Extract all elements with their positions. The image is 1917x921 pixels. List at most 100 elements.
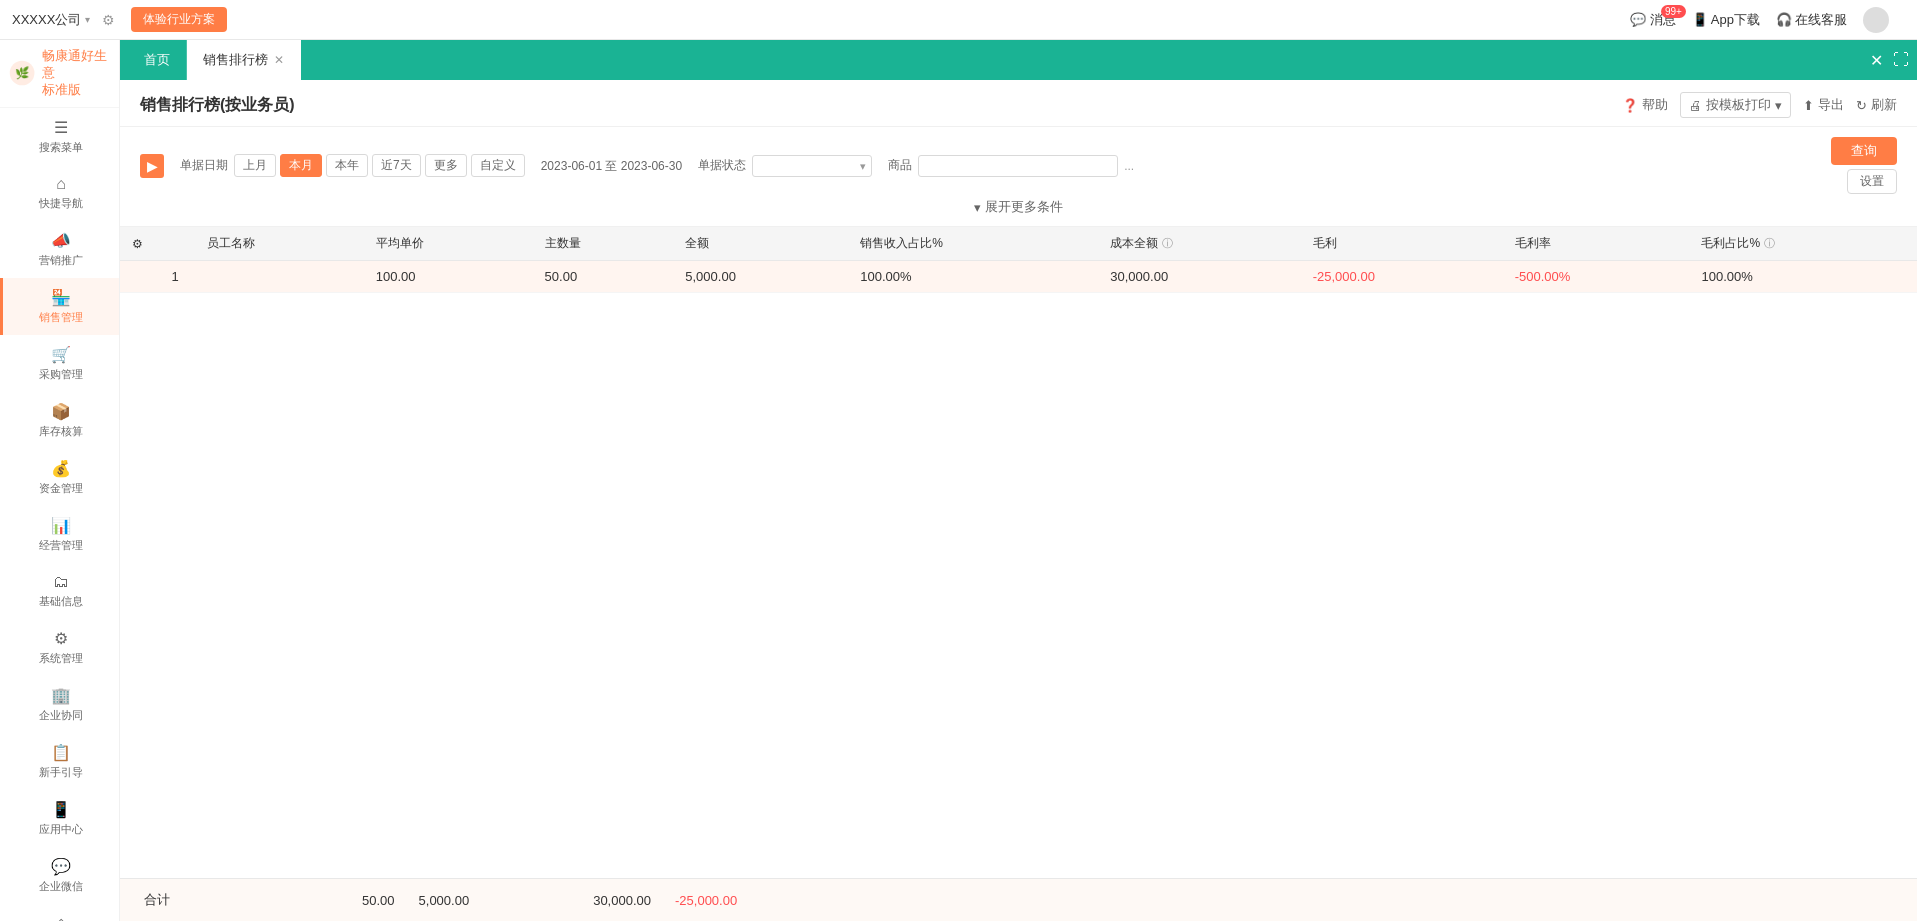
settings-button[interactable]: 设置 — [1847, 169, 1897, 194]
sidebar-item-operations[interactable]: 📊 经营管理 — [0, 506, 119, 563]
sidebar-item-purchase[interactable]: 🛒 采购管理 — [0, 335, 119, 392]
table-header-row: ⚙ 员工名称 平均单价 主数量 全额 销售收入占比% 成本全额 ⓘ 毛利 毛利率… — [120, 227, 1917, 261]
print-button[interactable]: 🖨 按模板打印 ▾ — [1680, 92, 1791, 118]
refresh-button[interactable]: ↻ 刷新 — [1856, 96, 1897, 114]
row-gross-pct: 100.00% — [1689, 261, 1917, 293]
date-btn-this-month[interactable]: 本月 — [280, 154, 322, 177]
table-row: 1 100.00 50.00 5,000.00 100.00% 30,000.0… — [120, 261, 1917, 293]
finance-icon: 💰 — [51, 459, 71, 478]
expand-more-btn[interactable]: ▾ 展开更多条件 — [140, 194, 1897, 216]
footer-gross: -25,000.00 — [663, 889, 749, 912]
logo-text: 畅康通好生意 标准版 — [42, 48, 111, 99]
main-layout: 🌿 畅康通好生意 标准版 ☰ 搜索菜单 ⌂ 快捷导航 📣 营销推广 🏪 销售管理… — [0, 40, 1917, 921]
sidebar-item-search-order[interactable]: ☰ 搜索菜单 — [0, 108, 119, 165]
trial-button[interactable]: 体验行业方案 — [131, 7, 227, 32]
headset-icon: 🎧 — [1776, 12, 1792, 27]
close-window-icon[interactable]: ✕ — [1870, 51, 1883, 70]
basic-info-icon: 🗂 — [53, 573, 69, 591]
row-cost: 30,000.00 — [1098, 261, 1300, 293]
status-filter-label: 单据状态 — [698, 157, 746, 174]
settings-icon[interactable]: ⚙ — [102, 12, 115, 28]
row-name — [195, 261, 364, 293]
filter-row: ▶ 单据日期 上月 本月 本年 近7天 更多 自定义 — [140, 137, 1897, 194]
sidebar-item-enterprise[interactable]: 🏢 企业协同 — [0, 676, 119, 733]
purchase-icon: 🛒 — [51, 345, 71, 364]
tab-bar: 首页 销售排行榜 ✕ ✕ ⛶ — [120, 40, 1917, 80]
page-title: 销售排行榜(按业务员) — [140, 95, 295, 116]
goods-more-btn[interactable]: ... — [1124, 159, 1134, 173]
chevron-down-icon: ▾ — [974, 200, 981, 215]
date-btn-more[interactable]: 更多 — [425, 154, 467, 177]
query-button[interactable]: 查询 — [1831, 137, 1897, 165]
top-bar-right: 💬 消息 99+ 📱 App下载 🎧 在线客服 — [1630, 7, 1905, 33]
sidebar-item-finance[interactable]: 💰 资金管理 — [0, 449, 119, 506]
page-header: 销售排行榜(按业务员) ❓ 帮助 🖨 按模板打印 ▾ ⬆ 导出 — [120, 80, 1917, 127]
col-gross: 毛利 — [1301, 227, 1503, 261]
date-btn-this-year[interactable]: 本年 — [326, 154, 368, 177]
message-badge: 99+ — [1661, 5, 1686, 18]
footer-avg-price — [270, 896, 350, 904]
col-avg-price: 平均单价 — [364, 227, 533, 261]
fullscreen-icon[interactable]: ⛶ — [1893, 51, 1909, 69]
company-selector[interactable]: XXXXX公司 ▾ — [12, 11, 90, 29]
sales-icon: 🏪 — [51, 288, 71, 307]
col-cost: 成本全额 ⓘ — [1098, 227, 1300, 261]
beginner-icon: 📋 — [51, 743, 71, 762]
sidebar-item-quick-nav[interactable]: ⌂ 快捷导航 — [0, 165, 119, 221]
status-select[interactable] — [752, 155, 872, 177]
tab-sales-rank-label: 销售排行榜 — [203, 51, 268, 69]
avatar[interactable] — [1863, 7, 1889, 33]
goods-input[interactable] — [918, 155, 1118, 177]
enterprise-icon: 🏢 — [51, 686, 71, 705]
query-btn-area: 查询 设置 — [1831, 137, 1897, 194]
date-filter-label: 单据日期 — [180, 157, 228, 174]
tab-sales-rank[interactable]: 销售排行榜 ✕ — [187, 40, 301, 80]
app-download-btn[interactable]: 📱 App下载 — [1692, 11, 1760, 29]
col-rank — [155, 227, 195, 261]
row-gross-rate: -500.00% — [1503, 261, 1690, 293]
sidebar-item-app-center[interactable]: 📱 应用中心 — [0, 790, 119, 847]
row-amount: 5,000.00 — [673, 261, 848, 293]
col-main-qty: 主数量 — [533, 227, 674, 261]
message-area[interactable]: 💬 消息 99+ — [1630, 11, 1676, 29]
date-btn-prev-month[interactable]: 上月 — [234, 154, 276, 177]
date-btn-last-7-days[interactable]: 近7天 — [372, 154, 421, 177]
sidebar-item-beginner[interactable]: 📋 新手引导 — [0, 733, 119, 790]
row-avg-price: 100.00 — [364, 261, 533, 293]
sidebar-item-wechat[interactable]: 💬 企业微信 — [0, 847, 119, 904]
status-select-wrapper — [752, 155, 872, 177]
tab-home[interactable]: 首页 — [128, 40, 187, 80]
tab-close-icon[interactable]: ✕ — [274, 53, 284, 67]
mobile-icon: 📱 — [1692, 12, 1708, 27]
date-btn-custom[interactable]: 自定义 — [471, 154, 525, 177]
cost-info-icon[interactable]: ⓘ — [1162, 237, 1173, 249]
col-amount: 全额 — [673, 227, 848, 261]
footer-spacer — [190, 896, 270, 904]
sidebar-item-system[interactable]: ⚙ 系统管理 — [0, 619, 119, 676]
row-main-qty: 50.00 — [533, 261, 674, 293]
chevron-down-icon: ▾ — [1775, 98, 1782, 113]
help-button[interactable]: ❓ 帮助 — [1622, 96, 1668, 114]
company-name: XXXXX公司 — [12, 11, 81, 29]
inventory-icon: 📦 — [51, 402, 71, 421]
sidebar-item-marketing[interactable]: 📣 营销推广 — [0, 221, 119, 278]
sidebar-item-inventory[interactable]: 📦 库存核算 — [0, 392, 119, 449]
status-filter: 单据状态 — [698, 155, 872, 177]
export-button[interactable]: ⬆ 导出 — [1803, 96, 1844, 114]
top-bar: XXXXX公司 ▾ ⚙ 体验行业方案 💬 消息 99+ 📱 App下载 🎧 在线… — [0, 0, 1917, 40]
export-icon: ⬆ — [1803, 98, 1814, 113]
page-header-actions: ❓ 帮助 🖨 按模板打印 ▾ ⬆ 导出 ↻ 刷新 — [1622, 92, 1897, 118]
sidebar-item-member[interactable]: ◇ 畅会员 — [0, 904, 119, 921]
col-sales-pct: 销售收入占比% — [848, 227, 1098, 261]
footer-row: 合计 50.00 5,000.00 30,000.00 -25,000.00 — [132, 887, 1905, 913]
marketing-icon: 📣 — [51, 231, 71, 250]
sidebar-item-sales[interactable]: 🏪 销售管理 — [0, 278, 119, 335]
home-icon: ⌂ — [56, 175, 66, 193]
filter-toggle-btn[interactable]: ▶ — [140, 154, 164, 178]
data-table: ⚙ 员工名称 平均单价 主数量 全额 销售收入占比% 成本全额 ⓘ 毛利 毛利率… — [120, 227, 1917, 293]
app-center-icon: 📱 — [51, 800, 71, 819]
online-service-btn[interactable]: 🎧 在线客服 — [1776, 11, 1847, 29]
sidebar-item-basic-info[interactable]: 🗂 基础信息 — [0, 563, 119, 619]
gross-pct-info-icon[interactable]: ⓘ — [1764, 237, 1775, 249]
col-settings[interactable]: ⚙ — [120, 227, 155, 261]
